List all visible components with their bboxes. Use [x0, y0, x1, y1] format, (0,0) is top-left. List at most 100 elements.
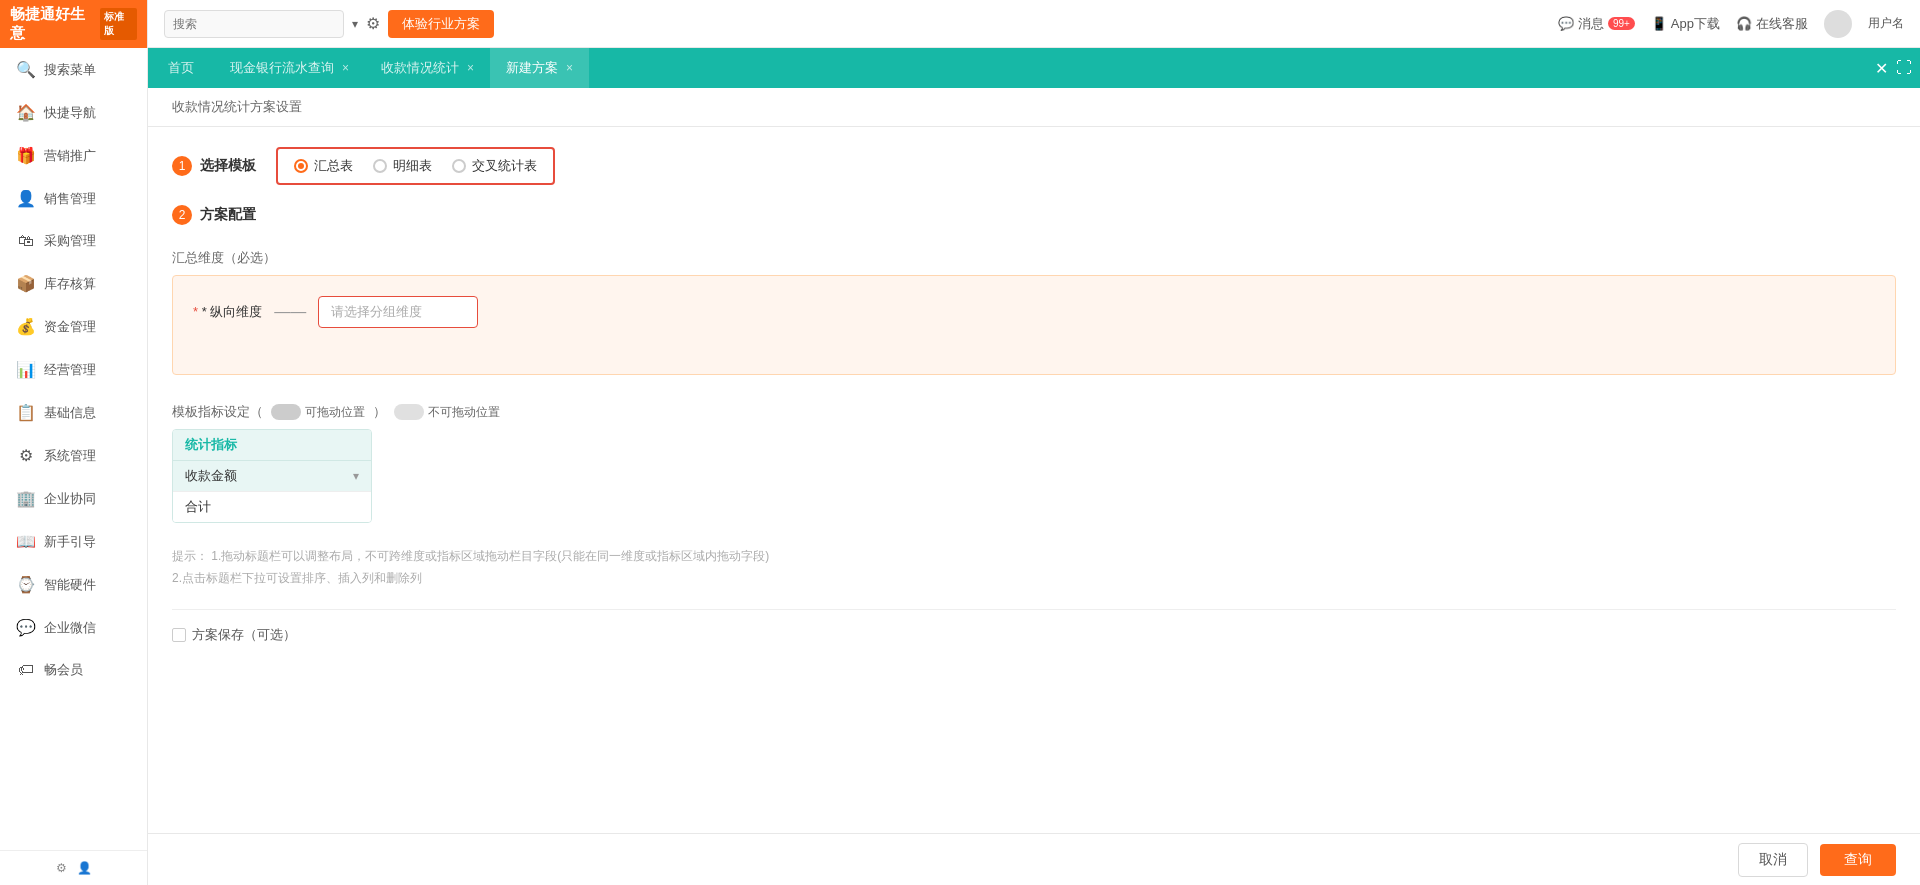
vertical-dimension-label: * * 纵向维度 [193, 303, 262, 321]
service-icon: 🎧 [1736, 16, 1752, 31]
tab-close-bank-flow[interactable]: × [342, 61, 349, 75]
draggable-toggle-box[interactable] [271, 404, 301, 420]
cancel-button[interactable]: 取消 [1738, 843, 1808, 877]
tab-label-new-plan: 新建方案 [506, 59, 558, 77]
search-menu-icon: 🔍 [16, 60, 36, 79]
maximize-btn[interactable]: ⛶ [1896, 59, 1912, 77]
sidebar-item-label: 企业协同 [44, 490, 96, 508]
operations-icon: 📊 [16, 360, 36, 379]
tab-close-new-plan[interactable]: × [566, 61, 573, 75]
funds-icon: 💰 [16, 317, 36, 336]
sidebar-item-label: 销售管理 [44, 190, 96, 208]
summary-dimension-section: 汇总维度（必选） * * 纵向维度 —— 请选择分组维度 [172, 237, 1896, 391]
hint-text: 2.点击标题栏下拉可设置排序、插入列和删除列 [172, 568, 769, 590]
sidebar-item-label: 搜索菜单 [44, 61, 96, 79]
sidebar-item-label: 智能硬件 [44, 576, 96, 594]
basic-info-icon: 📋 [16, 403, 36, 422]
tab-bar: 首页 现金银行流水查询 × 收款情况统计 × 新建方案 × ✕ ⛶ [148, 48, 1920, 88]
radio-circle-cross [452, 159, 466, 173]
sidebar-item-label: 快捷导航 [44, 104, 96, 122]
dropdown-arrow-icon[interactable]: ▾ [352, 17, 358, 31]
stats-total-cell: 合计 [173, 491, 371, 522]
member-icon: 🏷 [16, 661, 36, 679]
save-checkbox[interactable] [172, 628, 186, 642]
indicator-title-text: 模板指标设定（ [172, 403, 263, 421]
sidebar-item-label: 库存核算 [44, 275, 96, 293]
app-download-btn[interactable]: 📱 App下载 [1651, 15, 1720, 33]
template-options: 汇总表 明细表 交叉统计表 [276, 147, 555, 185]
dimension-select[interactable]: 请选择分组维度 [318, 296, 478, 328]
sidebar-item-label: 畅会员 [44, 661, 83, 679]
notification-btn[interactable]: 💬 消息 99+ [1558, 15, 1635, 33]
sidebar-item-label: 资金管理 [44, 318, 96, 336]
tab-receipts-stat[interactable]: 收款情况统计 × [365, 48, 490, 88]
non-draggable-toggle-box[interactable] [394, 404, 424, 420]
marketing-icon: 🎁 [16, 146, 36, 165]
indicator-settings-section: 模板指标设定（ 可拖动位置 ） 不可拖动位置 统计指标 [172, 403, 1896, 526]
query-button[interactable]: 查询 [1820, 844, 1896, 876]
guide-icon: 📖 [16, 532, 36, 551]
tab-close-receipts-stat[interactable]: × [467, 61, 474, 75]
non-draggable-toggle: 不可拖动位置 [394, 404, 500, 421]
quick-nav-icon: 🏠 [16, 103, 36, 122]
sidebar-item-system[interactable]: ⚙系统管理 [0, 434, 147, 477]
sidebar-user-btn[interactable]: 👤 [77, 861, 92, 875]
search-input[interactable] [164, 10, 344, 38]
hint-section: 提示： 1.拖动标题栏可以调整布局，不可跨维度或指标区域拖动栏目字段(只能在同一… [172, 546, 769, 589]
sidebar-item-sales[interactable]: 👤 销售管理 [0, 177, 147, 220]
radio-summary[interactable]: 汇总表 [294, 157, 353, 175]
purchase-icon: 🛍 [16, 232, 36, 250]
sales-icon: 👤 [16, 189, 36, 208]
sidebar-item-smart-hw[interactable]: ⌚智能硬件 [0, 563, 147, 606]
top-header: ▾ ⚙ 体验行业方案 💬 消息 99+ 📱 App下载 🎧 在线客服 用户名 [148, 0, 1920, 48]
page-footer: 取消 查询 [148, 833, 1920, 885]
sidebar-item-label: 系统管理 [44, 447, 96, 465]
sidebar-item-label: 采购管理 [44, 232, 96, 250]
gear-icon[interactable]: ⚙ [366, 14, 380, 33]
user-name: 用户名 [1868, 15, 1904, 32]
tab-new-plan[interactable]: 新建方案 × [490, 48, 589, 88]
sidebar-item-basic-info[interactable]: 📋基础信息 [0, 391, 147, 434]
sidebar-item-search-menu[interactable]: 🔍 搜索菜单 [0, 48, 147, 91]
step2-label: 方案配置 [200, 206, 256, 224]
dimension-area: * * 纵向维度 —— 请选择分组维度 [172, 275, 1896, 375]
sidebar-item-wechat[interactable]: 💬企业微信 [0, 606, 147, 649]
tab-label-home: 首页 [168, 59, 194, 77]
step1-row: 1 选择模板 汇总表 明细表 交 [172, 147, 1896, 185]
sidebar-item-guide[interactable]: 📖 新手引导 [0, 520, 147, 563]
sidebar-item-purchase[interactable]: 🛍 采购管理 [0, 220, 147, 262]
close-window-btn[interactable]: ✕ [1875, 59, 1888, 78]
tab-label-receipts-stat: 收款情况统计 [381, 59, 459, 77]
sidebar-item-funds[interactable]: 💰 资金管理 [0, 305, 147, 348]
draggable-toggle: 可拖动位置 [271, 404, 365, 421]
indicator-header: 模板指标设定（ 可拖动位置 ） 不可拖动位置 [172, 403, 1896, 421]
sidebar-item-quick-nav[interactable]: 🏠 快捷导航 [0, 91, 147, 134]
sidebar-item-operations[interactable]: 📊经营管理 [0, 348, 147, 391]
sidebar-item-member[interactable]: 🏷 畅会员 [0, 649, 147, 691]
hint-text: 提示： 1.拖动标题栏可以调整布局，不可跨维度或指标区域拖动栏目字段(只能在同一… [172, 546, 769, 568]
sidebar-item-marketing[interactable]: 🎁营销推广 [0, 134, 147, 177]
form-section: 1 选择模板 汇总表 明细表 交 [148, 127, 1920, 833]
col-chevron-icon: ▾ [353, 469, 359, 483]
industry-btn[interactable]: 体验行业方案 [388, 10, 494, 38]
tab-label-bank-flow: 现金银行流水查询 [230, 59, 334, 77]
sidebar-item-inventory[interactable]: 📦 库存核算 [0, 262, 147, 305]
step1-label: 选择模板 [200, 157, 256, 175]
save-option[interactable]: 方案保存（可选） [172, 626, 1896, 644]
radio-detail[interactable]: 明细表 [373, 157, 432, 175]
sidebar-item-enterprise[interactable]: 🏢企业协同 [0, 477, 147, 520]
message-icon: 💬 [1558, 16, 1574, 31]
sidebar-item-label: 新手引导 [44, 533, 96, 551]
tab-bank-flow[interactable]: 现金银行流水查询 × [214, 48, 365, 88]
tab-home[interactable]: 首页 [148, 48, 214, 88]
inventory-icon: 📦 [16, 274, 36, 293]
sidebar-expand-btn[interactable]: ⚙ [56, 861, 67, 875]
divider [172, 609, 1896, 610]
online-service-btn[interactable]: 🎧 在线客服 [1736, 15, 1808, 33]
stats-col-header[interactable]: 收款金额 ▾ [173, 460, 371, 491]
step2-badge: 2 [172, 205, 192, 225]
radio-cross[interactable]: 交叉统计表 [452, 157, 537, 175]
tab-bar-controls: ✕ ⛶ [1875, 59, 1920, 78]
header-right: 💬 消息 99+ 📱 App下载 🎧 在线客服 用户名 [1558, 10, 1904, 38]
wechat-icon: 💬 [16, 618, 36, 637]
